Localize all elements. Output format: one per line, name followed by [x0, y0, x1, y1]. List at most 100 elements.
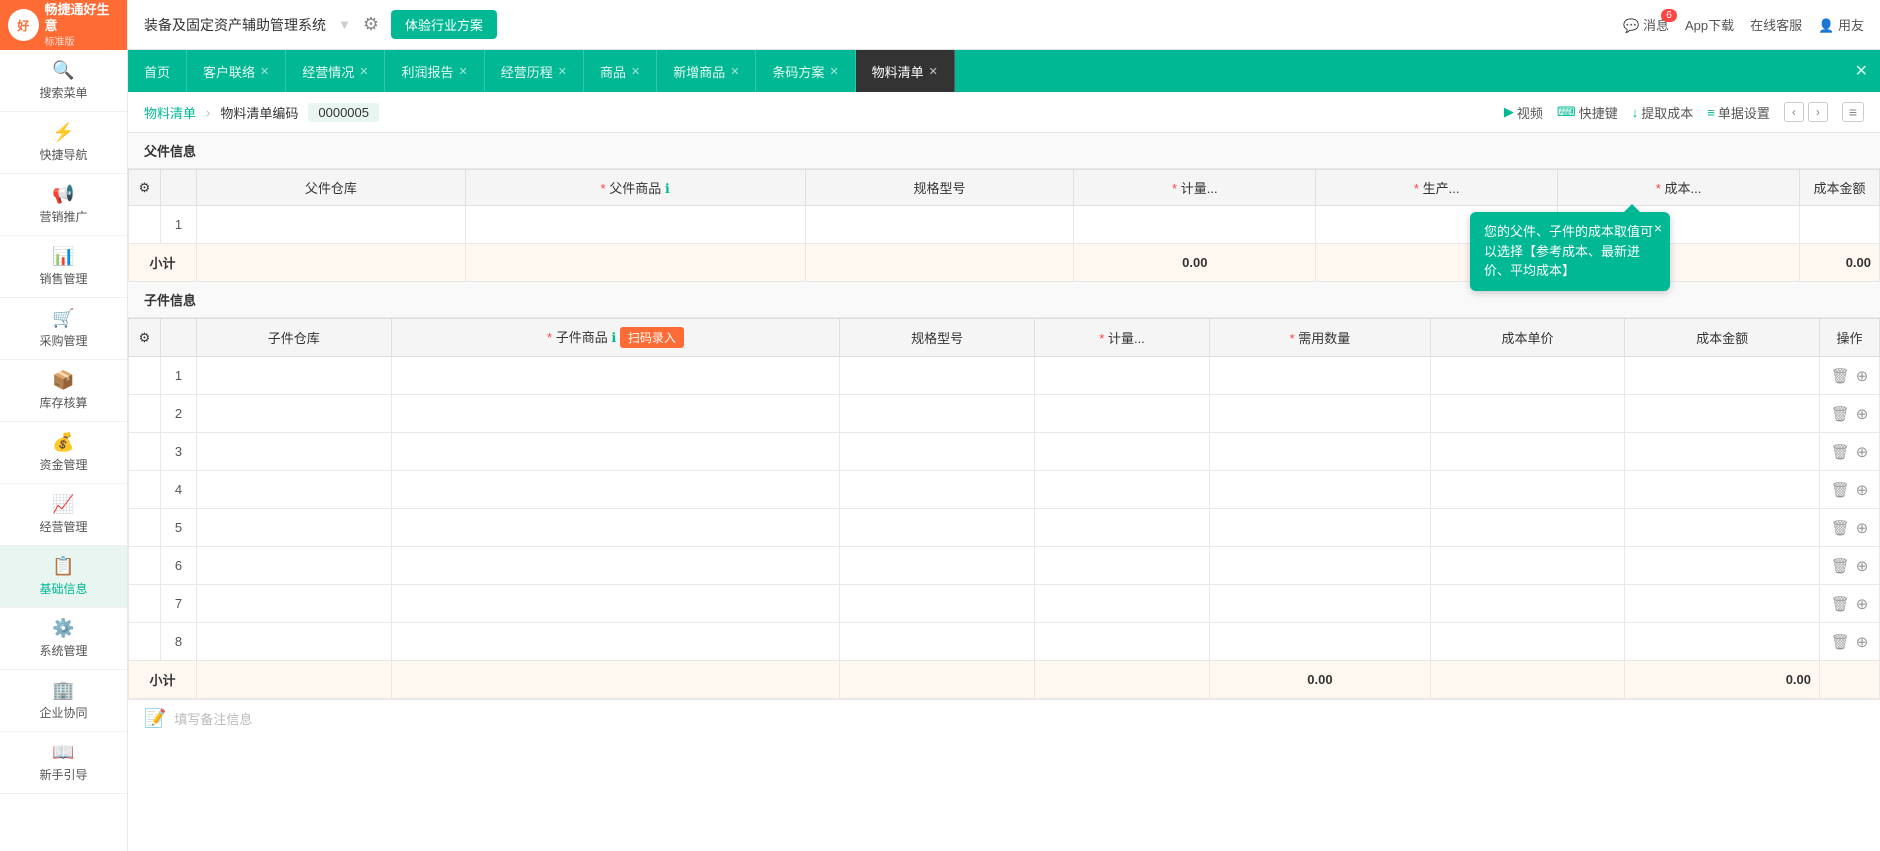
delete-icon[interactable]: 🗑	[1831, 405, 1850, 423]
delete-icon[interactable]: 🗑	[1831, 633, 1850, 651]
sidebar-item-sales[interactable]: 📊 销售管理	[0, 236, 127, 298]
sidebar-item-finance[interactable]: 💰 资金管理	[0, 422, 127, 484]
child-row-qty-cell[interactable]	[1210, 509, 1431, 547]
sidebar-item-basic[interactable]: 📋 基础信息	[0, 546, 127, 608]
tab-business[interactable]: 经营情况 ✕	[286, 50, 385, 92]
child-row-cost-price-cell[interactable]	[1430, 395, 1625, 433]
child-row-warehouse-cell[interactable]	[197, 585, 392, 623]
close-all-tabs[interactable]: ✕	[1843, 61, 1880, 81]
toolbar-extract-cost[interactable]: ↓ 提取成本	[1632, 103, 1694, 122]
toolbar-single-settings[interactable]: ≡ 单据设置	[1707, 103, 1770, 122]
app-download-link[interactable]: App下载	[1685, 15, 1734, 34]
trial-btn[interactable]: 体验行业方案	[391, 10, 497, 39]
sidebar-item-purchase[interactable]: 🛒 采购管理	[0, 298, 127, 360]
child-row-goods-cell[interactable]	[391, 471, 840, 509]
sidebar-item-guide[interactable]: 📖 新手引导	[0, 732, 127, 794]
child-row-unit-cell[interactable]	[1034, 623, 1209, 661]
prev-arrow[interactable]: ‹	[1784, 102, 1804, 122]
child-row-unit-cell[interactable]	[1034, 395, 1209, 433]
child-row-cost-price-cell[interactable]	[1430, 547, 1625, 585]
tab-close-icon[interactable]: ✕	[929, 65, 938, 78]
child-row-cost-price-cell[interactable]	[1430, 433, 1625, 471]
sidebar-item-marketing[interactable]: 📢 营销推广	[0, 174, 127, 236]
child-row-qty-cell[interactable]	[1210, 395, 1431, 433]
child-row-spec-cell[interactable]	[840, 623, 1035, 661]
child-row-warehouse-cell[interactable]	[197, 509, 392, 547]
tab-close-icon[interactable]: ✕	[459, 65, 468, 78]
tab-close-icon[interactable]: ✕	[730, 65, 739, 78]
next-arrow[interactable]: ›	[1808, 102, 1828, 122]
sidebar-item-inventory[interactable]: 📦 库存核算	[0, 360, 127, 422]
note-placeholder[interactable]: 填写备注信息	[174, 709, 252, 728]
child-row-spec-cell[interactable]	[840, 433, 1035, 471]
toolbar-shortcut[interactable]: ⌨ 快捷键	[1557, 103, 1618, 122]
delete-icon[interactable]: 🗑	[1831, 557, 1850, 575]
child-row-unit-cell[interactable]	[1034, 547, 1209, 585]
child-row-spec-cell[interactable]	[840, 585, 1035, 623]
tab-close-icon[interactable]: ✕	[359, 65, 368, 78]
scan-input-btn[interactable]: 扫码录入	[620, 327, 684, 348]
delete-icon[interactable]: 🗑	[1831, 595, 1850, 613]
tab-goods[interactable]: 商品 ✕	[584, 50, 657, 92]
child-row-spec-cell[interactable]	[840, 547, 1035, 585]
child-row-cost-price-cell[interactable]	[1430, 623, 1625, 661]
child-row-unit-cell[interactable]	[1034, 471, 1209, 509]
delete-icon[interactable]: 🗑	[1831, 481, 1850, 499]
copy-icon[interactable]: ⊕	[1856, 443, 1869, 461]
child-row-goods-cell[interactable]	[391, 547, 840, 585]
child-row-warehouse-cell[interactable]	[197, 471, 392, 509]
child-row-cost-price-cell[interactable]	[1430, 509, 1625, 547]
child-row-warehouse-cell[interactable]	[197, 395, 392, 433]
tab-close-icon[interactable]: ✕	[631, 65, 640, 78]
child-row-spec-cell[interactable]	[840, 395, 1035, 433]
tab-customer[interactable]: 客户联络 ✕	[187, 50, 286, 92]
tab-history[interactable]: 经营历程 ✕	[485, 50, 584, 92]
tooltip-close-btn[interactable]: ×	[1654, 218, 1662, 239]
child-row-warehouse-cell[interactable]	[197, 357, 392, 395]
child-row-qty-cell[interactable]	[1210, 471, 1431, 509]
copy-icon[interactable]: ⊕	[1856, 367, 1869, 385]
tab-close-icon[interactable]: ✕	[558, 65, 567, 78]
child-row-cost-price-cell[interactable]	[1430, 471, 1625, 509]
tab-home[interactable]: 首页	[128, 50, 187, 92]
tab-bom[interactable]: 物料清单 ✕	[856, 50, 955, 92]
copy-icon[interactable]: ⊕	[1856, 405, 1869, 423]
parent-row-unit-cell[interactable]	[1074, 206, 1316, 244]
sidebar-item-quicknav[interactable]: ⚡ 快捷导航	[0, 112, 127, 174]
tab-close-icon[interactable]: ✕	[260, 65, 269, 78]
child-row-qty-cell[interactable]	[1210, 585, 1431, 623]
child-row-qty-cell[interactable]	[1210, 547, 1431, 585]
sidebar-item-operation[interactable]: 📈 经营管理	[0, 484, 127, 546]
child-row-warehouse-cell[interactable]	[197, 623, 392, 661]
user-avatar[interactable]: 👤 用友	[1818, 15, 1864, 34]
child-row-cost-price-cell[interactable]	[1430, 585, 1625, 623]
child-row-goods-cell[interactable]	[391, 623, 840, 661]
child-row-goods-cell[interactable]	[391, 509, 840, 547]
parent-row-warehouse-cell[interactable]	[197, 206, 466, 244]
copy-icon[interactable]: ⊕	[1856, 481, 1869, 499]
tab-newgoods[interactable]: 新增商品 ✕	[657, 50, 756, 92]
child-row-unit-cell[interactable]	[1034, 433, 1209, 471]
delete-icon[interactable]: 🗑	[1831, 367, 1850, 385]
child-row-unit-cell[interactable]	[1034, 509, 1209, 547]
sidebar-item-system[interactable]: ⚙️ 系统管理	[0, 608, 127, 670]
child-row-unit-cell[interactable]	[1034, 357, 1209, 395]
parent-row-goods-cell[interactable]	[465, 206, 805, 244]
child-row-spec-cell[interactable]	[840, 471, 1035, 509]
tab-close-icon[interactable]: ✕	[829, 65, 838, 78]
child-row-cost-price-cell[interactable]	[1430, 357, 1625, 395]
child-row-warehouse-cell[interactable]	[197, 547, 392, 585]
child-row-warehouse-cell[interactable]	[197, 433, 392, 471]
toolbar-view[interactable]: ▶ 视频	[1504, 103, 1543, 122]
tab-profit[interactable]: 利润报告 ✕	[385, 50, 484, 92]
child-row-qty-cell[interactable]	[1210, 433, 1431, 471]
copy-icon[interactable]: ⊕	[1856, 633, 1869, 651]
child-row-goods-cell[interactable]	[391, 585, 840, 623]
parent-row-spec-cell[interactable]	[805, 206, 1074, 244]
sidebar-item-corp[interactable]: 🏢 企业协同	[0, 670, 127, 732]
copy-icon[interactable]: ⊕	[1856, 557, 1869, 575]
list-view-btn[interactable]: ≡	[1842, 102, 1864, 122]
child-row-goods-cell[interactable]	[391, 395, 840, 433]
child-row-qty-cell[interactable]	[1210, 623, 1431, 661]
settings-icon[interactable]: ⚙	[363, 14, 379, 35]
